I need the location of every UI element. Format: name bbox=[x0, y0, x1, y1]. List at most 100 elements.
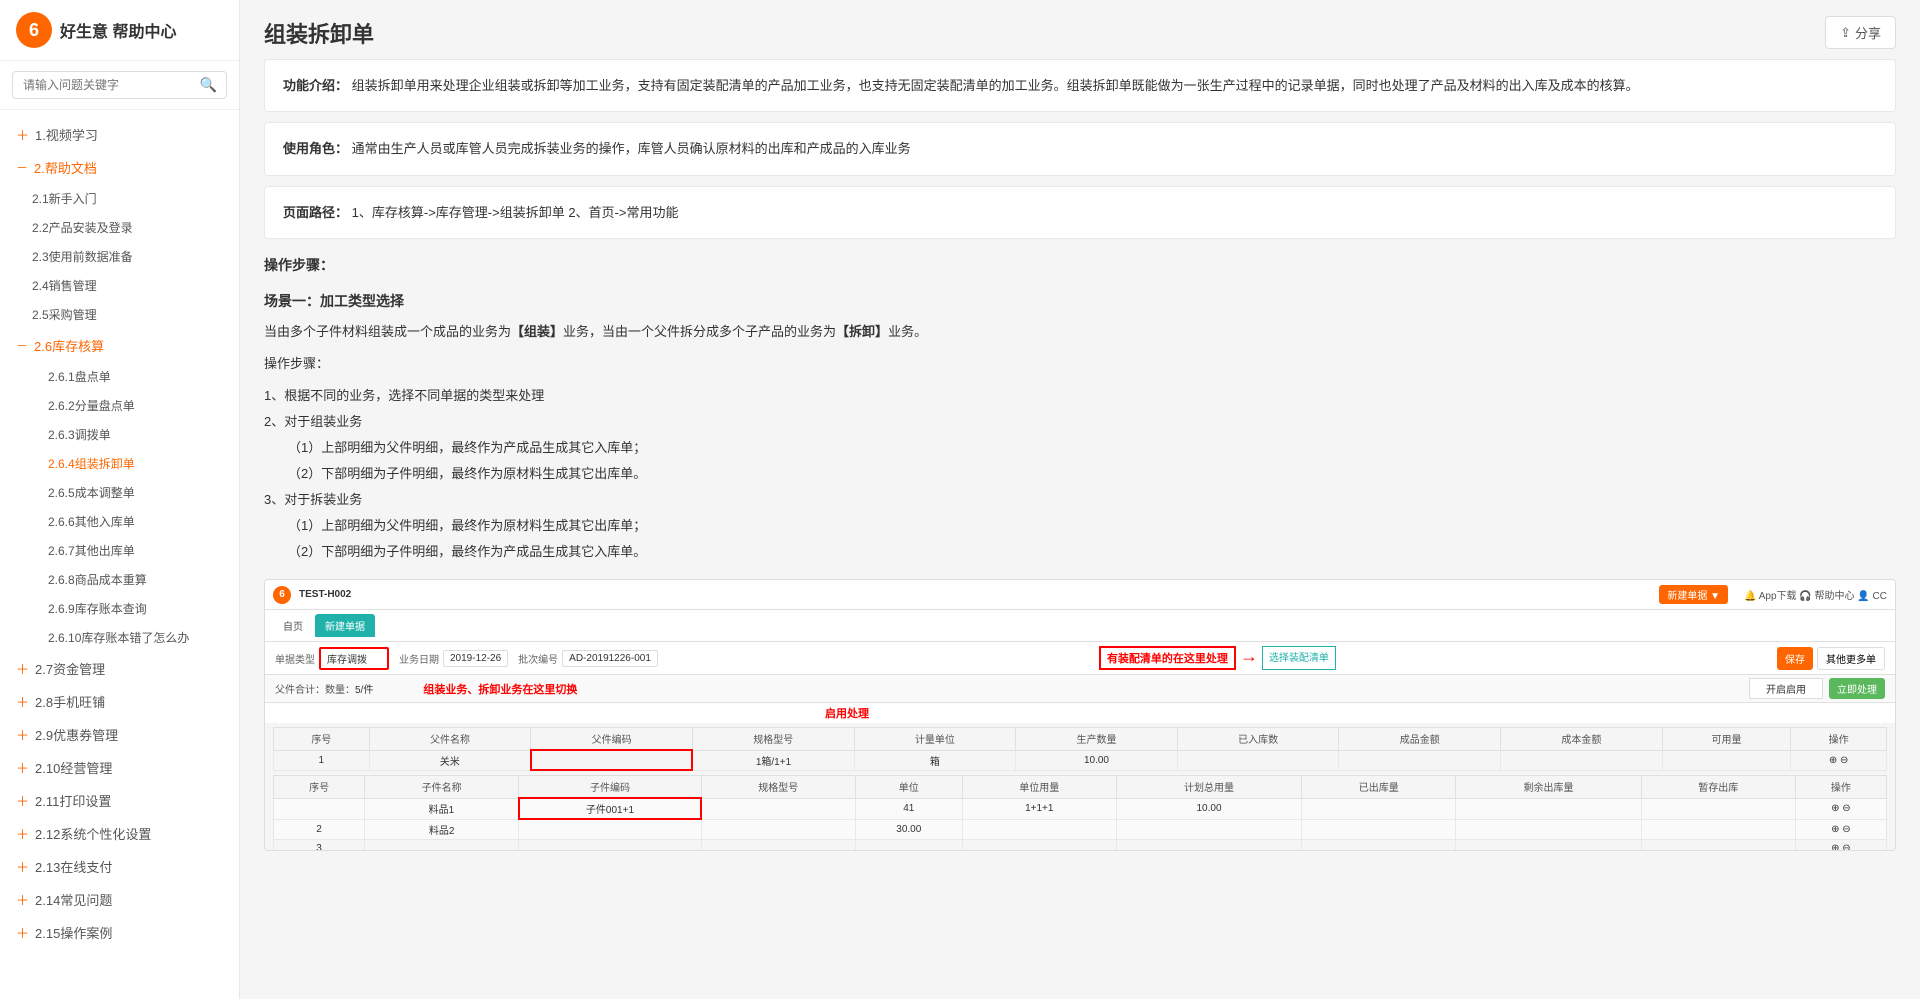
ops-steps-title: 操作步骤： bbox=[264, 351, 1896, 377]
app-batchno-value[interactable]: AD-20191226-001 bbox=[562, 650, 658, 667]
sidebar-item-partial-stocktake[interactable]: 2.6.2分量盘点单 bbox=[0, 391, 239, 420]
sidebar-item-install[interactable]: 2.2产品安装及登录 bbox=[0, 213, 239, 242]
sidebar-item-sales[interactable]: 2.4销售管理 bbox=[0, 271, 239, 300]
scene1-title: 场景一：加工类型选择 bbox=[264, 291, 1896, 311]
app-tabs: 自页 新建单据 bbox=[265, 610, 1895, 642]
role-block: 使用角色： 通常由生产人员或库管人员完成拆装业务的操作，库管人员确认原材料的出库… bbox=[264, 122, 1896, 175]
app-btn-select-bom[interactable]: 选择装配清单 bbox=[1262, 646, 1336, 670]
minus-icon: － bbox=[16, 159, 28, 176]
sidebar-item-other-out[interactable]: 2.6.7其他出库单 bbox=[0, 536, 239, 565]
app-field-date: 业务日期 2019-12-26 bbox=[399, 650, 508, 667]
screenshot-inner: 6 TEST-H002 新建单据 ▼ 🔔 App下载 🎧 帮助中心 👤 CC 自… bbox=[265, 580, 1895, 850]
sidebar-item-cost-adjust[interactable]: 2.6.5成本调整单 bbox=[0, 478, 239, 507]
col-cost-amt: 成本金额 bbox=[1501, 728, 1663, 751]
search-input[interactable] bbox=[12, 71, 227, 99]
plus-icon: ＋ bbox=[16, 125, 29, 144]
app-annotation-area: 有装配清单的在这里处理 → 选择装配清单 bbox=[668, 646, 1767, 670]
table-row: 料品1 子件001+1 41 1+1+1 10.00 ⊕ ⊖ bbox=[274, 798, 1887, 819]
scene1-desc: 当由多个子件材料组装成一个成品的业务为【组装】业务，当由一个父件拆分成多个子产品… bbox=[264, 319, 1896, 345]
sidebar-item-inventory[interactable]: － 2.6库存核算 bbox=[0, 329, 239, 362]
plus-icon-9: ＋ bbox=[16, 890, 29, 909]
nav-tree: ＋ 1.视频学习 － 2.帮助文档 2.1新手入门 2.2产品安装及登录 2.3… bbox=[0, 110, 239, 999]
sidebar-item-coupon[interactable]: ＋ 2.9优惠券管理 bbox=[0, 718, 239, 751]
share-button[interactable]: ⇪ 分享 bbox=[1825, 16, 1896, 49]
sidebar-item-help-label: 2.帮助文档 bbox=[34, 158, 97, 177]
intro-label: 功能介绍： bbox=[283, 78, 348, 93]
app-ordertype-value[interactable]: 库存调拨 bbox=[319, 647, 389, 670]
sidebar-item-stock-wrong[interactable]: 2.6.10库存账本错了怎么办 bbox=[0, 623, 239, 652]
col-product-amt: 成品金额 bbox=[1339, 728, 1501, 751]
app-sub-table-area: 无固定清单可以直接在这里录入 序号 子件名称 子件编码 规格型号 单位 bbox=[265, 775, 1895, 850]
app-field-ordertype: 单据类型 库存调拨 bbox=[275, 647, 389, 670]
share-icon: ⇪ bbox=[1840, 25, 1851, 41]
sub-col-plan: 计划总用量 bbox=[1116, 776, 1301, 799]
plus-icon-3: ＋ bbox=[16, 692, 29, 711]
app-top-table: 序号 父件名称 父件编码 规格型号 计量单位 生产数量 已入库数 成品金额 成本… bbox=[273, 727, 1887, 771]
app-cancel-btn[interactable]: 其他更多单 bbox=[1817, 647, 1885, 670]
arrow-right: → bbox=[1240, 646, 1258, 670]
app-confirm-btn[interactable]: 立即处理 bbox=[1829, 678, 1885, 699]
sidebar-item-video-label: 1.视频学习 bbox=[35, 125, 98, 144]
plus-icon-10: ＋ bbox=[16, 923, 29, 942]
sidebar-item-stocktake[interactable]: 2.6.1盘点单 bbox=[0, 362, 239, 391]
app-window: 6 TEST-H002 新建单据 ▼ 🔔 App下载 🎧 帮助中心 👤 CC 自… bbox=[265, 580, 1895, 850]
sub-col-remain: 剩余出库量 bbox=[1456, 776, 1641, 799]
step2-2: （2）下部明细为子件明细，最终作为原材料生成其它出库单。 bbox=[264, 461, 1896, 487]
app-tab-home[interactable]: 自页 bbox=[273, 614, 313, 637]
plus-icon-4: ＋ bbox=[16, 725, 29, 744]
sidebar-item-ops[interactable]: ＋ 2.10经营管理 bbox=[0, 751, 239, 784]
search-box: 🔍 bbox=[0, 61, 239, 110]
col-avail: 可用量 bbox=[1662, 728, 1791, 751]
sidebar-item-print[interactable]: ＋ 2.11打印设置 bbox=[0, 784, 239, 817]
sidebar-item-help[interactable]: － 2.帮助文档 bbox=[0, 151, 239, 184]
app-subheader-text: 父件合计：数量：5/件 bbox=[275, 681, 373, 696]
sidebar-item-custom[interactable]: ＋ 2.12系统个性化设置 bbox=[0, 817, 239, 850]
app-field-batchno: 批次编号 AD-20191226-001 bbox=[518, 650, 658, 667]
sidebar-item-newcomer[interactable]: 2.1新手入门 bbox=[0, 184, 239, 213]
sidebar-item-faq[interactable]: ＋ 2.14常见问题 bbox=[0, 883, 239, 916]
logo-icon: 6 bbox=[16, 12, 52, 48]
sidebar-item-purchase[interactable]: 2.5采购管理 bbox=[0, 300, 239, 329]
sidebar-item-assembly[interactable]: 2.6.4组装拆卸单 bbox=[0, 449, 239, 478]
sidebar-item-cost-recalc[interactable]: 2.6.8商品成本重算 bbox=[0, 565, 239, 594]
step3-1: （1）上部明细为父件明细，最终作为原材料生成其它出库单； bbox=[264, 513, 1896, 539]
annotation-a1: 有装配清单的在这里处理 bbox=[1099, 646, 1236, 670]
search-icon[interactable]: 🔍 bbox=[200, 77, 217, 94]
col-parent-code: 父件编码 bbox=[531, 728, 693, 751]
sidebar-item-transfer[interactable]: 2.6.3调拨单 bbox=[0, 420, 239, 449]
app-tab-active[interactable]: 新建单据 bbox=[315, 614, 375, 637]
step2-1: （1）上部明细为父件明细，最终作为产成品生成其它入库单； bbox=[264, 435, 1896, 461]
intro-block: 功能介绍： 组装拆卸单用来处理企业组装或拆卸等加工业务，支持有固定装配清单的产品… bbox=[264, 59, 1896, 112]
sidebar-item-pay[interactable]: ＋ 2.13在线支付 bbox=[0, 850, 239, 883]
app-enabled-field: 开启启用 bbox=[1749, 678, 1823, 699]
plus-icon-6: ＋ bbox=[16, 791, 29, 810]
sub-col-code: 子件编码 bbox=[519, 776, 702, 799]
sub-col-unit-use: 单位用量 bbox=[962, 776, 1116, 799]
app-logo-icon: 6 bbox=[273, 586, 291, 604]
plus-icon-8: ＋ bbox=[16, 857, 29, 876]
app-date-value[interactable]: 2019-12-26 bbox=[443, 650, 508, 667]
sub-col-spec: 规格型号 bbox=[701, 776, 855, 799]
page-title: 组装拆卸单 bbox=[264, 17, 374, 49]
sidebar-item-mobile[interactable]: ＋ 2.8手机旺铺 bbox=[0, 685, 239, 718]
app-save-btn[interactable]: 保存 bbox=[1777, 647, 1813, 670]
step2: 2、对于组装业务 bbox=[264, 409, 1896, 435]
sidebar-item-other-in[interactable]: 2.6.6其他入库单 bbox=[0, 507, 239, 536]
sidebar-item-data-prep[interactable]: 2.3使用前数据准备 bbox=[0, 242, 239, 271]
step1: 1、根据不同的业务，选择不同单据的类型来处理 bbox=[264, 383, 1896, 409]
sidebar-item-funds[interactable]: ＋ 2.7资金管理 bbox=[0, 652, 239, 685]
sub-col-seq: 序号 bbox=[274, 776, 365, 799]
path-text: 1、库存核算->库存管理->组装拆卸单 2、首页->常用功能 bbox=[352, 205, 679, 220]
col-spec: 规格型号 bbox=[692, 728, 854, 751]
app-new-order-btn[interactable]: 新建单据 ▼ bbox=[1659, 585, 1728, 604]
sidebar-item-stock-query[interactable]: 2.6.9库存账本查询 bbox=[0, 594, 239, 623]
sub-col-op: 操作 bbox=[1795, 776, 1886, 799]
col-action: 操作 bbox=[1791, 728, 1887, 751]
app-top-table-area: 序号 父件名称 父件编码 规格型号 计量单位 生产数量 已入库数 成品金额 成本… bbox=[265, 723, 1895, 775]
sidebar-item-case[interactable]: ＋ 2.15操作案例 bbox=[0, 916, 239, 949]
annotation-a2: 组装业务、拆卸业务在这里切换 bbox=[423, 681, 577, 697]
sidebar-item-video[interactable]: ＋ 1.视频学习 bbox=[0, 118, 239, 151]
col-unit: 计量单位 bbox=[854, 728, 1016, 751]
role-label: 使用角色： bbox=[283, 141, 348, 156]
plus-icon-7: ＋ bbox=[16, 824, 29, 843]
